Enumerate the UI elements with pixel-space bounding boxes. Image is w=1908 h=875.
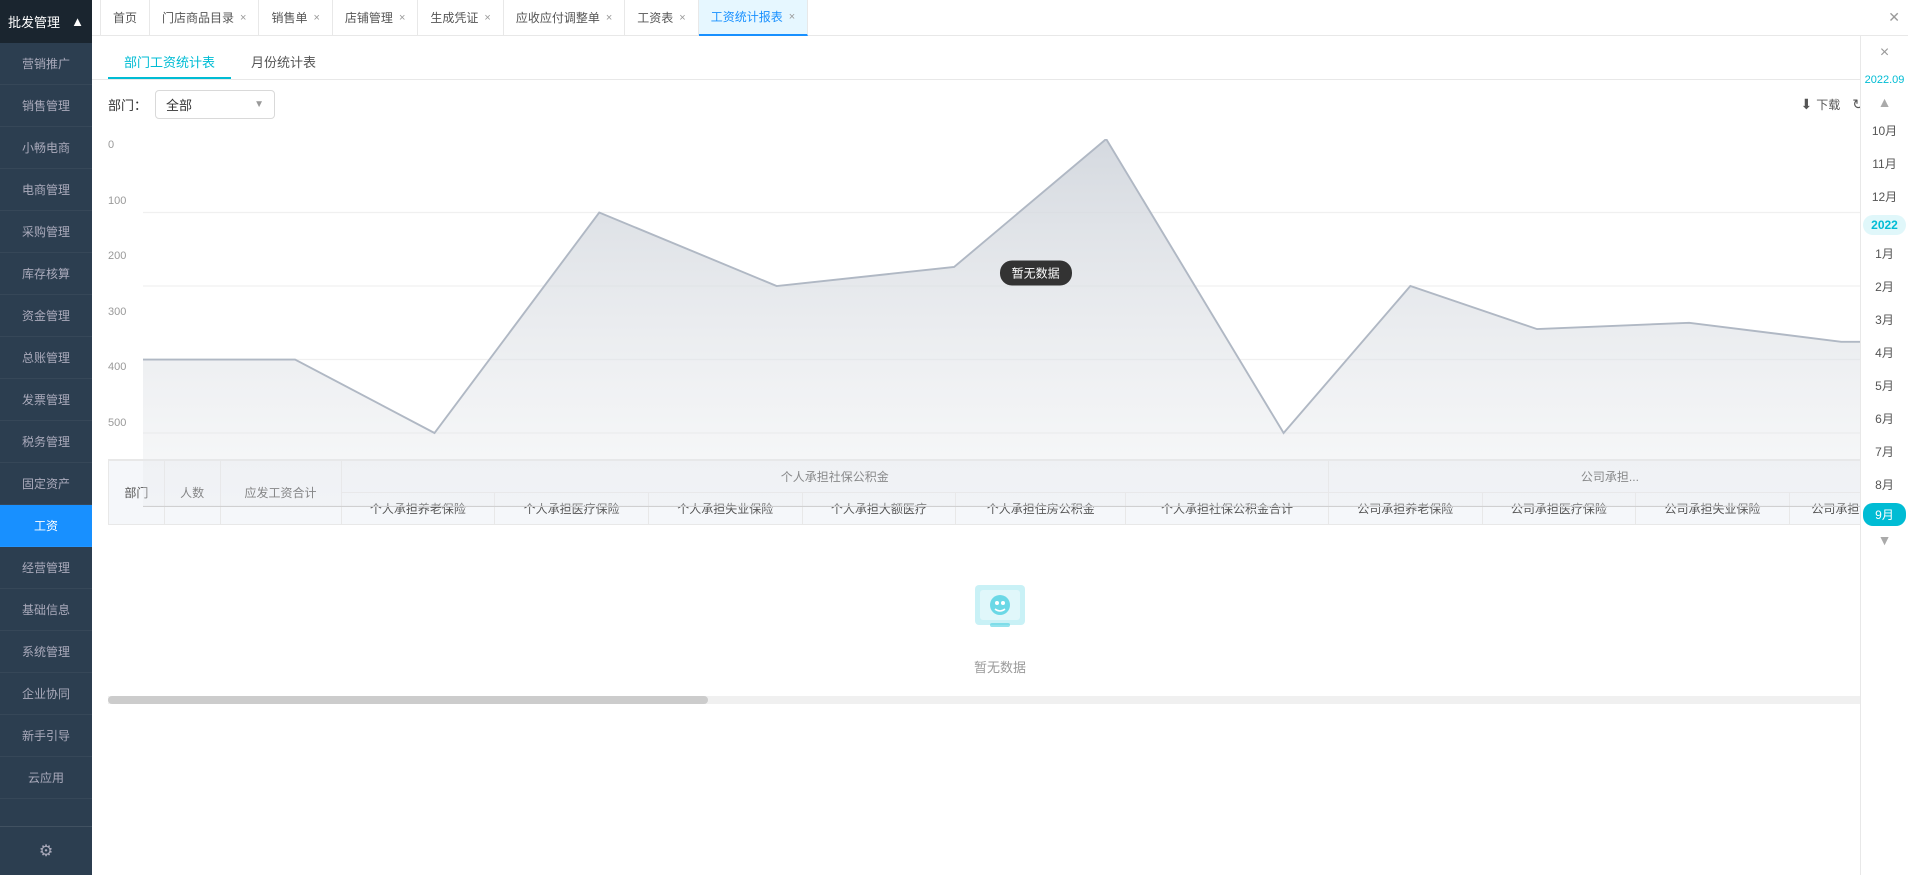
sidebar-item-新手引导[interactable]: 新手引导 — [0, 715, 92, 757]
tab-close-店铺管理[interactable]: × — [399, 12, 405, 24]
scrollbar-thumb[interactable] — [108, 696, 708, 704]
date-panel-item-7月[interactable]: 7月 — [1863, 435, 1906, 468]
sidebar-item-小畅电商[interactable]: 小畅电商 — [0, 127, 92, 169]
sidebar-item-电商管理[interactable]: 电商管理 — [0, 169, 92, 211]
download-label: 下载 — [1816, 96, 1840, 113]
sidebar-item-发票管理[interactable]: 发票管理 — [0, 379, 92, 421]
y-label-0: 0 — [108, 139, 139, 151]
tab-门店商品目录[interactable]: 门店商品目录× — [150, 0, 259, 36]
sidebar-title: 批发管理 — [8, 12, 60, 31]
sub-tab-部门工资统计表[interactable]: 部门工资统计表 — [108, 46, 231, 79]
tab-close-工资表[interactable]: × — [679, 12, 685, 24]
tab-应收应付调整单[interactable]: 应收应付调整单× — [504, 0, 625, 36]
y-label-200: 200 — [108, 250, 139, 262]
chart-container: 500 400 300 200 100 0 — [108, 139, 1892, 459]
date-panel-item-8月[interactable]: 8月 — [1863, 468, 1906, 501]
date-panel-item-4月[interactable]: 4月 — [1863, 336, 1906, 369]
y-label-100: 100 — [108, 195, 139, 207]
date-panel-item-2022[interactable]: 2022 — [1863, 215, 1906, 235]
tab-首页[interactable]: 首页 — [100, 0, 150, 36]
tab-工资统计报表[interactable]: 工资统计报表× — [699, 0, 808, 36]
sidebar-item-税务管理[interactable]: 税务管理 — [0, 421, 92, 463]
dept-select[interactable]: 全部 ▼ — [155, 90, 275, 119]
date-panel-item-11月[interactable]: 11月 — [1863, 147, 1906, 180]
date-panel-item-9月[interactable]: 9月 — [1863, 503, 1906, 526]
sub-tab-list: 部门工资统计表月份统计表 — [108, 46, 336, 79]
sidebar-items: 营销推广销售管理小畅电商电商管理采购管理库存核算资金管理总账管理发票管理税务管理… — [0, 43, 92, 799]
dept-label: 部门： — [108, 95, 147, 114]
date-panel-item-5月[interactable]: 5月 — [1863, 369, 1906, 402]
tab-close-工资统计报表[interactable]: × — [789, 11, 795, 23]
date-panel-item-6月[interactable]: 6月 — [1863, 402, 1906, 435]
tab-销售单[interactable]: 销售单× — [259, 0, 332, 36]
toolbar: 部门： 全部 ▼ ⬇ 下载 ↻ 刷新 — [92, 80, 1908, 129]
y-label-400: 400 — [108, 361, 139, 373]
window-close-icon[interactable]: ✕ — [1888, 9, 1900, 26]
tab-生成凭证[interactable]: 生成凭证× — [418, 0, 503, 36]
y-label-300: 300 — [108, 306, 139, 318]
main-area: 首页门店商品目录×销售单×店铺管理×生成凭证×应收应付调整单×工资表×工资统计报… — [92, 0, 1908, 875]
sidebar-item-经营管理[interactable]: 经营管理 — [0, 547, 92, 589]
sidebar-item-总账管理[interactable]: 总账管理 — [0, 337, 92, 379]
tab-close-生成凭证[interactable]: × — [484, 12, 490, 24]
sidebar-item-采购管理[interactable]: 采购管理 — [0, 211, 92, 253]
empty-svg — [960, 565, 1040, 645]
chart-svg — [143, 139, 1892, 507]
sidebar-item-销售管理[interactable]: 销售管理 — [0, 85, 92, 127]
chart-y-labels: 500 400 300 200 100 0 — [108, 139, 143, 429]
dept-select-value: 全部 — [166, 95, 192, 114]
sidebar-item-固定资产[interactable]: 固定资产 — [0, 463, 92, 505]
empty-area: 暂无数据 — [108, 525, 1892, 696]
date-panel-up-arrow[interactable]: ▲ — [1874, 90, 1896, 114]
download-button[interactable]: ⬇ 下载 — [1801, 96, 1841, 113]
date-panel-item-12月[interactable]: 12月 — [1863, 180, 1906, 213]
tab-list: 首页门店商品目录×销售单×店铺管理×生成凭证×应收应付调整单×工资表×工资统计报… — [100, 0, 1880, 36]
tabbar: 首页门店商品目录×销售单×店铺管理×生成凭证×应收应付调整单×工资表×工资统计报… — [92, 0, 1908, 36]
y-label-500: 500 — [108, 417, 139, 429]
date-panel-item-3月[interactable]: 3月 — [1863, 303, 1906, 336]
sub-tabs: 部门工资统计表月份统计表 — [92, 36, 1908, 80]
date-panel-item-2月[interactable]: 2月 — [1863, 270, 1906, 303]
gear-icon[interactable]: ⚙ — [39, 843, 53, 860]
content-area: 部门工资统计表月份统计表 部门： 全部 ▼ ⬇ 下载 ↻ 刷新 — [92, 36, 1908, 875]
tab-close-应收应付调整单[interactable]: × — [606, 12, 612, 24]
sidebar-item-云应用[interactable]: 云应用 — [0, 757, 92, 799]
date-panel-item-1月[interactable]: 1月 — [1863, 237, 1906, 270]
sidebar-header[interactable]: 批发管理 ▲ — [0, 0, 92, 43]
chevron-down-icon: ▼ — [254, 99, 264, 110]
chart-tooltip: 暂无数据 — [1000, 261, 1072, 286]
date-panel-item-10月[interactable]: 10月 — [1863, 114, 1906, 147]
sub-tab-月份统计表[interactable]: 月份统计表 — [235, 46, 332, 79]
sidebar-item-工资[interactable]: 工资 — [0, 505, 92, 547]
sidebar-item-基础信息[interactable]: 基础信息 — [0, 589, 92, 631]
sidebar-item-系统管理[interactable]: 系统管理 — [0, 631, 92, 673]
download-icon: ⬇ — [1801, 96, 1813, 113]
sidebar-footer: ⚙ — [0, 826, 92, 875]
date-panel-close[interactable]: × — [1876, 36, 1893, 70]
tab-工资表[interactable]: 工资表× — [625, 0, 698, 36]
sidebar-item-库存核算[interactable]: 库存核算 — [0, 253, 92, 295]
date-panel-down-arrow[interactable]: ▼ — [1874, 528, 1896, 552]
sidebar-item-资金管理[interactable]: 资金管理 — [0, 295, 92, 337]
sidebar-arrow-icon: ▲ — [71, 14, 84, 29]
tab-店铺管理[interactable]: 店铺管理× — [333, 0, 418, 36]
date-panel: × 2022.09 ▲ 10月11月12月20221月2月3月4月5月6月7月8… — [1860, 36, 1908, 875]
chart-area: 500 400 300 200 100 0 — [92, 129, 1908, 875]
tab-close-销售单[interactable]: × — [313, 12, 319, 24]
scrollbar-area[interactable] — [108, 696, 1892, 704]
empty-icon — [960, 565, 1040, 645]
date-panel-items: 10月11月12月20221月2月3月4月5月6月7月8月9月 — [1863, 114, 1906, 528]
sidebar: 批发管理 ▲ 营销推广销售管理小畅电商电商管理采购管理库存核算资金管理总账管理发… — [0, 0, 92, 875]
sidebar-item-营销推广[interactable]: 营销推广 — [0, 43, 92, 85]
empty-text: 暂无数据 — [974, 657, 1026, 676]
sidebar-item-企业协同[interactable]: 企业协同 — [0, 673, 92, 715]
tab-close-门店商品目录[interactable]: × — [240, 12, 246, 24]
toolbar-left: 部门： 全部 ▼ — [108, 90, 275, 119]
date-panel-current[interactable]: 2022.09 — [1863, 70, 1907, 90]
